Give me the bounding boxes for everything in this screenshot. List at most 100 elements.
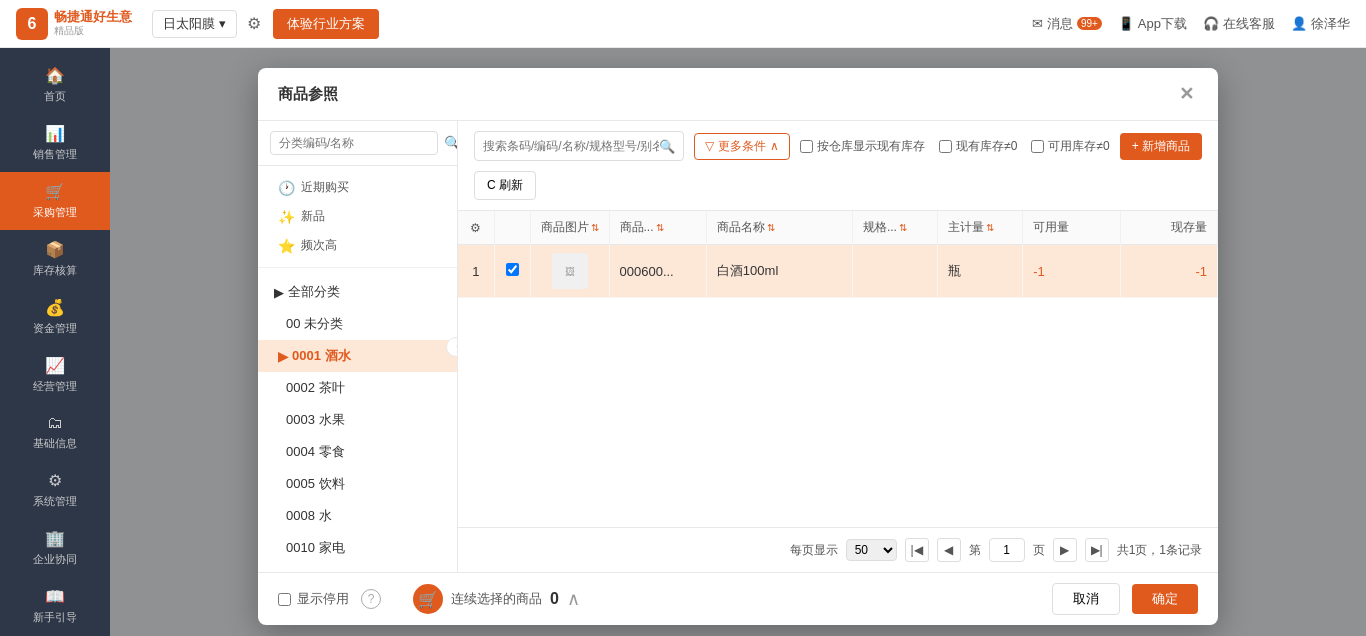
- sidebar-item-operations[interactable]: 📈 经营管理: [0, 346, 110, 404]
- category-label: 0008 水: [286, 507, 332, 525]
- cancel-button[interactable]: 取消: [1052, 583, 1120, 615]
- refresh-button[interactable]: C 刷新: [474, 171, 536, 200]
- gear-icon[interactable]: ⚙: [247, 14, 261, 33]
- product-table-wrapper: ⚙ 商品图片⇅ 商品...⇅: [458, 211, 1218, 527]
- sidebar-item-basic[interactable]: 🗂 基础信息: [0, 404, 110, 461]
- filter-button[interactable]: ▽ 更多条件 ∧: [694, 133, 790, 160]
- cart-icon[interactable]: 🛒: [413, 584, 443, 614]
- sidebar-item-home[interactable]: 🏠 首页: [0, 56, 110, 114]
- quick-tabs: 🕐 近期购买 ✨ 新品 ⭐ 频次高: [258, 166, 457, 268]
- row-checkbox-cell[interactable]: [494, 245, 530, 298]
- row-code: 000600...: [609, 245, 706, 298]
- checkbox-by-warehouse-input[interactable]: [800, 140, 813, 153]
- category-00[interactable]: 00 未分类: [258, 308, 457, 340]
- modal-header: 商品参照 ✕: [258, 68, 1218, 121]
- col-image[interactable]: 商品图片⇅: [530, 211, 609, 245]
- toolbar: 🔍 ▽ 更多条件 ∧ 按仓库显示现有库存: [458, 121, 1218, 211]
- trial-btn[interactable]: 体验行业方案: [273, 9, 379, 39]
- sidebar-item-inventory[interactable]: 📦 库存核算: [0, 230, 110, 288]
- app-download-label: App下载: [1138, 15, 1187, 33]
- add-product-button[interactable]: + 新增商品: [1120, 133, 1202, 160]
- sidebar-item-label: 库存核算: [33, 263, 77, 278]
- category-0001[interactable]: ▶ 0001 酒水: [258, 340, 457, 372]
- pagination: 每页显示 50 10 20 100 |◀ ◀ 第 页: [458, 527, 1218, 572]
- sidebar-item-purchase[interactable]: 🛒 采购管理: [0, 172, 110, 230]
- search-wrapper: 🔍: [474, 131, 684, 161]
- col-settings[interactable]: ⚙: [458, 211, 494, 245]
- per-page-select[interactable]: 50 10 20 100: [846, 539, 897, 561]
- username-label: 徐泽华: [1311, 15, 1350, 33]
- user-item[interactable]: 👤 徐泽华: [1291, 15, 1350, 33]
- category-0004[interactable]: 0004 零食: [258, 436, 457, 468]
- online-service-item[interactable]: 🎧 在线客服: [1203, 15, 1275, 33]
- cart-count: 0: [550, 590, 559, 608]
- main-layout: 🏠 首页 📊 销售管理 🛒 采购管理 📦 库存核算 💰 资金管理 📈 经营管理 …: [0, 48, 1366, 636]
- modal-body: 🔍 🕐 近期购买 ✨ 新品 ⭐: [258, 121, 1218, 572]
- sidebar-item-guide[interactable]: 📖 新手引导: [0, 577, 110, 635]
- sidebar-item-system[interactable]: ⚙ 系统管理: [0, 461, 110, 519]
- category-search-input[interactable]: [270, 131, 438, 155]
- next-page-button[interactable]: ▶: [1053, 538, 1077, 562]
- content-area: 商品参照 ✕ 🔍 🕐 近期购买: [110, 48, 1366, 636]
- col-code[interactable]: 商品...⇅: [609, 211, 706, 245]
- category-label: 0004 零食: [286, 443, 345, 461]
- collapse-cart-icon[interactable]: ∧: [567, 588, 580, 610]
- modal-title: 商品参照: [278, 85, 338, 104]
- col-stock: 现存量: [1120, 211, 1217, 245]
- star-icon: ⭐: [278, 238, 295, 254]
- new-products-tab[interactable]: ✨ 新品: [270, 203, 445, 230]
- category-0010[interactable]: 0010 家电: [258, 532, 457, 564]
- home-icon: 🏠: [45, 66, 65, 85]
- sidebar-item-enterprise[interactable]: 🏢 企业协同: [0, 519, 110, 577]
- checkbox-stock-nonzero-input[interactable]: [939, 140, 952, 153]
- sidebar-item-label: 基础信息: [33, 436, 77, 451]
- messages-item[interactable]: ✉ 消息 99+: [1032, 15, 1102, 33]
- purchase-icon: 🛒: [45, 182, 65, 201]
- category-0005[interactable]: 0005 饮料: [258, 468, 457, 500]
- checkbox-stock-nonzero[interactable]: 现有库存≠0: [939, 138, 1017, 155]
- product-table-body: 1 🖼: [458, 245, 1218, 298]
- frequent-tab[interactable]: ⭐ 频次高: [270, 232, 445, 259]
- category-0003[interactable]: 0003 水果: [258, 404, 457, 436]
- finance-icon: 💰: [45, 298, 65, 317]
- category-0008[interactable]: 0008 水: [258, 500, 457, 532]
- sidebar-item-finance[interactable]: 💰 资金管理: [0, 288, 110, 346]
- clock-icon: 🕐: [278, 180, 295, 196]
- recent-purchase-tab[interactable]: 🕐 近期购买: [270, 174, 445, 201]
- category-label: 0005 饮料: [286, 475, 345, 493]
- checkbox-by-warehouse[interactable]: 按仓库显示现有库存: [800, 138, 925, 155]
- product-search-input[interactable]: [483, 139, 659, 153]
- category-all[interactable]: ▶ 全部分类: [258, 276, 457, 308]
- modal-close-button[interactable]: ✕: [1174, 82, 1198, 106]
- nav-selector[interactable]: 日太阳膜 ▾: [152, 10, 237, 38]
- confirm-button[interactable]: 确定: [1132, 584, 1198, 614]
- table-row[interactable]: 1 🖼: [458, 245, 1218, 298]
- col-name[interactable]: 商品名称⇅: [706, 211, 852, 245]
- sidebar: 🏠 首页 📊 销售管理 🛒 采购管理 📦 库存核算 💰 资金管理 📈 经营管理 …: [0, 48, 110, 636]
- prev-page-button[interactable]: ◀: [937, 538, 961, 562]
- col-spec[interactable]: 规格...⇅: [852, 211, 937, 245]
- operations-icon: 📈: [45, 356, 65, 375]
- col-unit[interactable]: 主计量⇅: [938, 211, 1023, 245]
- help-icon[interactable]: ?: [361, 589, 381, 609]
- sidebar-item-sales[interactable]: 📊 销售管理: [0, 114, 110, 172]
- show-disabled-checkbox[interactable]: 显示停用: [278, 590, 349, 608]
- product-image: 🖼: [552, 253, 588, 289]
- basic-icon: 🗂: [47, 414, 63, 432]
- show-disabled-input[interactable]: [278, 593, 291, 606]
- row-checkbox[interactable]: [506, 263, 519, 276]
- first-page-button[interactable]: |◀: [905, 538, 929, 562]
- right-panel: 🔍 ▽ 更多条件 ∧ 按仓库显示现有库存: [458, 121, 1218, 572]
- checkbox-available-nonzero-input[interactable]: [1031, 140, 1044, 153]
- last-page-button[interactable]: ▶|: [1085, 538, 1109, 562]
- col-checkbox: [494, 211, 530, 245]
- category-0002[interactable]: 0002 茶叶: [258, 372, 457, 404]
- avatar: 👤: [1291, 16, 1307, 31]
- category-label: 0010 家电: [286, 539, 345, 557]
- app-download-item[interactable]: 📱 App下载: [1118, 15, 1187, 33]
- search-icon[interactable]: 🔍: [659, 139, 675, 154]
- category-search-icon[interactable]: 🔍: [444, 135, 458, 151]
- page-input[interactable]: [989, 538, 1025, 562]
- col-available: 可用量: [1023, 211, 1120, 245]
- checkbox-available-nonzero[interactable]: 可用库存≠0: [1031, 138, 1109, 155]
